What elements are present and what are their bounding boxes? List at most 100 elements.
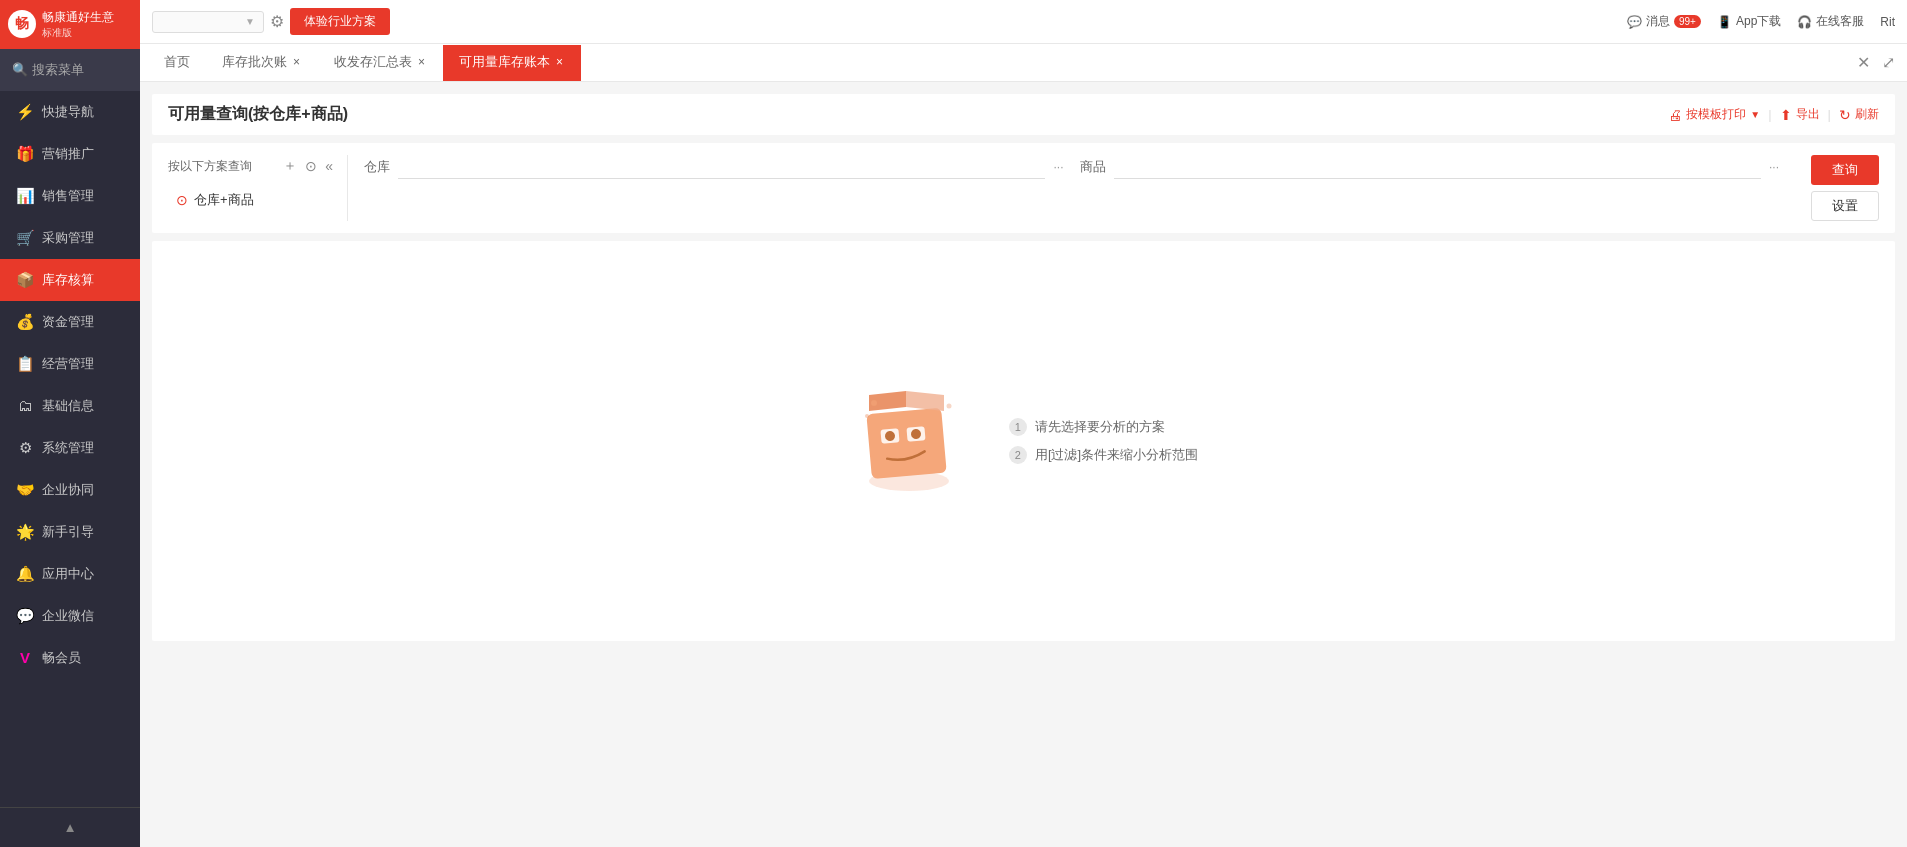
goods-more-button[interactable]: ··· [1769, 160, 1779, 174]
goods-label: 商品 [1080, 158, 1106, 176]
wechat-icon: 💬 [16, 607, 34, 625]
svg-point-10 [946, 404, 951, 409]
tab-batch[interactable]: 库存批次账 × [206, 45, 318, 81]
sidebar-item-enterprise[interactable]: 🤝 企业协同 [0, 469, 140, 511]
app-logo: 畅 [8, 10, 36, 38]
action-buttons: 查询 设置 [1811, 155, 1879, 221]
sidebar-item-guide[interactable]: 🌟 新手引导 [0, 511, 140, 553]
filter-scheme-header: 按以下方案查询 ＋ ⊙ « [168, 155, 335, 177]
svg-marker-3 [906, 391, 944, 411]
user-menu[interactable]: Rit [1880, 15, 1895, 29]
filter-scheme-panel: 按以下方案查询 ＋ ⊙ « ⊙ 仓库+商品 [168, 155, 348, 221]
tip-number-1: 1 [1009, 418, 1027, 436]
svg-point-8 [871, 400, 877, 406]
app-title: 畅康通好生意 标准版 [42, 10, 114, 39]
page-header-actions: 🖨 按模板打印 ▼ | ⬆ 导出 | ↻ 刷新 [1668, 106, 1879, 123]
query-button[interactable]: 查询 [1811, 155, 1879, 185]
warehouse-label: 仓库 [364, 158, 390, 176]
basic-icon: 🗂 [16, 397, 34, 414]
sidebar-scroll-up[interactable]: ▲ [8, 816, 132, 839]
svg-rect-1 [866, 408, 946, 479]
tab-maximize-action[interactable]: ⤢ [1878, 49, 1899, 76]
sidebar-bottom: ▲ [0, 807, 140, 847]
topbar-right: 💬 消息 99+ 📱 App下载 🎧 在线客服 Rit [1627, 13, 1895, 30]
sidebar-nav: ⚡ 快捷导航 🎁 营销推广 📊 销售管理 🛒 采购管理 📦 库存核算 💰 资金管… [0, 91, 140, 807]
settings-button[interactable]: 设置 [1811, 191, 1879, 221]
sidebar-item-business[interactable]: 📋 经营管理 [0, 343, 140, 385]
filter-fields: 仓库 ··· 商品 ··· [364, 155, 1779, 221]
headset-icon: 🎧 [1797, 15, 1812, 29]
sidebar-item-apps[interactable]: 🔔 应用中心 [0, 553, 140, 595]
sidebar-header: 畅 畅康通好生意 标准版 [0, 0, 140, 49]
add-scheme-button[interactable]: ＋ [281, 155, 299, 177]
member-icon: V [16, 649, 34, 666]
print-button[interactable]: 🖨 按模板打印 ▼ [1668, 106, 1760, 123]
goods-field: 商品 ··· [1080, 155, 1780, 179]
sidebar-item-basic[interactable]: 🗂 基础信息 [0, 385, 140, 427]
app-download-button[interactable]: 📱 App下载 [1717, 13, 1781, 30]
header-divider2: | [1828, 107, 1831, 122]
empty-illustration [849, 381, 969, 501]
sidebar-item-marketing[interactable]: 🎁 营销推广 [0, 133, 140, 175]
tab-summary-close[interactable]: × [416, 55, 427, 69]
page-header: 可用量查询(按仓库+商品) 🖨 按模板打印 ▼ | ⬆ 导出 | ↻ 刷新 [152, 94, 1895, 135]
tip-item-1: 1 请先选择要分析的方案 [1009, 418, 1198, 436]
empty-content: 1 请先选择要分析的方案 2 用[过滤]条件来缩小分析范围 [849, 381, 1198, 501]
tab-available[interactable]: 可用量库存账本 × [443, 45, 581, 81]
tab-available-close[interactable]: × [554, 55, 565, 69]
sidebar-item-member[interactable]: V 畅会员 [0, 637, 140, 679]
topbar-search-input[interactable] [161, 15, 241, 29]
refresh-icon: ↻ [1839, 107, 1851, 123]
quicknav-icon: ⚡ [16, 103, 34, 121]
tab-home[interactable]: 首页 [148, 45, 206, 81]
online-service-button[interactable]: 🎧 在线客服 [1797, 13, 1864, 30]
sidebar-item-system[interactable]: ⚙ 系统管理 [0, 427, 140, 469]
scheme-item-warehouse-goods[interactable]: ⊙ 仓库+商品 [168, 185, 335, 215]
goods-input[interactable] [1114, 155, 1761, 179]
tab-batch-close[interactable]: × [291, 55, 302, 69]
finance-icon: 💰 [16, 313, 34, 331]
sidebar-item-purchase[interactable]: 🛒 采购管理 [0, 217, 140, 259]
header-divider: | [1768, 107, 1771, 122]
sidebar-search-area[interactable]: 🔍 搜索菜单 [0, 49, 140, 91]
page-content: 可用量查询(按仓库+商品) 🖨 按模板打印 ▼ | ⬆ 导出 | ↻ 刷新 [140, 82, 1907, 847]
system-icon: ⚙ [16, 439, 34, 457]
inventory-icon: 📦 [16, 271, 34, 289]
gear-button[interactable]: ⚙ [270, 12, 284, 31]
search-menu-button[interactable]: 🔍 搜索菜单 [8, 57, 132, 83]
collapse-scheme-button[interactable]: « [323, 156, 335, 176]
svg-point-9 [865, 414, 869, 418]
refresh-button[interactable]: ↻ 刷新 [1839, 106, 1879, 123]
filter-section: 按以下方案查询 ＋ ⊙ « ⊙ 仓库+商品 仓库 [152, 143, 1895, 233]
search-icon: 🔍 [12, 62, 28, 77]
filter-row: 仓库 ··· 商品 ··· [364, 155, 1779, 179]
dropdown-icon: ▼ [245, 16, 255, 27]
warehouse-more-button[interactable]: ··· [1053, 160, 1063, 174]
tip-number-2: 2 [1009, 446, 1027, 464]
edit-scheme-button[interactable]: ⊙ [303, 156, 319, 176]
marketing-icon: 🎁 [16, 145, 34, 163]
sidebar-item-inventory[interactable]: 📦 库存核算 [0, 259, 140, 301]
warehouse-field: 仓库 ··· [364, 155, 1064, 179]
phone-icon: 📱 [1717, 15, 1732, 29]
sidebar-item-quicknav[interactable]: ⚡ 快捷导航 [0, 91, 140, 133]
filter-scheme-actions: ＋ ⊙ « [281, 155, 335, 177]
tab-summary[interactable]: 收发存汇总表 × [318, 45, 443, 81]
apps-icon: 🔔 [16, 565, 34, 583]
export-button[interactable]: ⬆ 导出 [1780, 106, 1820, 123]
sidebar-item-sales[interactable]: 📊 销售管理 [0, 175, 140, 217]
sidebar: 畅 畅康通好生意 标准版 🔍 搜索菜单 ⚡ 快捷导航 🎁 营销推广 📊 销售管理… [0, 0, 140, 847]
sidebar-item-finance[interactable]: 💰 资金管理 [0, 301, 140, 343]
warehouse-input[interactable] [398, 155, 1045, 179]
topbar-search-area[interactable]: ▼ [152, 11, 264, 33]
page-title: 可用量查询(按仓库+商品) [168, 104, 348, 125]
tabs-actions: ✕ ⤢ [1853, 49, 1899, 76]
enterprise-icon: 🤝 [16, 481, 34, 499]
message-button[interactable]: 💬 消息 99+ [1627, 13, 1701, 30]
industry-button[interactable]: 体验行业方案 [290, 8, 390, 35]
sidebar-item-wechat[interactable]: 💬 企业微信 [0, 595, 140, 637]
tab-close-action[interactable]: ✕ [1853, 49, 1874, 76]
chevron-down-icon: ▼ [1750, 109, 1760, 120]
filter-scheme-title: 按以下方案查询 [168, 158, 252, 175]
tabs-bar: 首页 库存批次账 × 收发存汇总表 × 可用量库存账本 × ✕ ⤢ [140, 44, 1907, 82]
